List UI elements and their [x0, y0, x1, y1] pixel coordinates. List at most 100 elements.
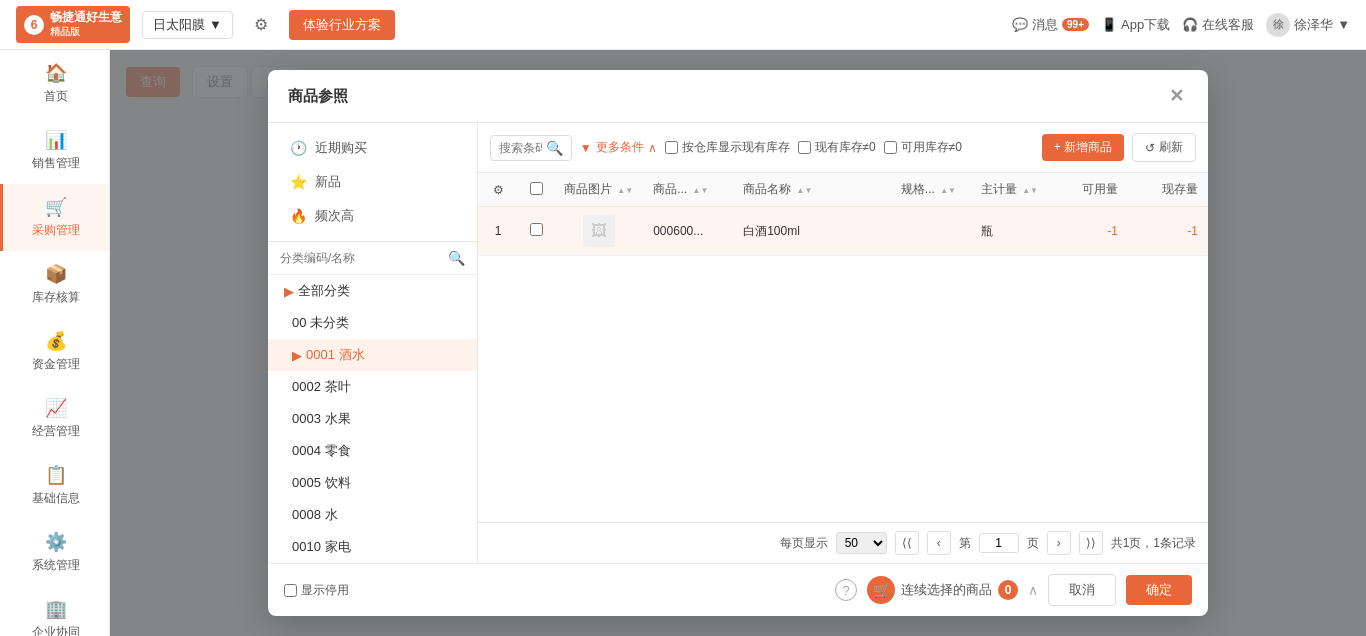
checkbox-warehouse-label[interactable]: 按仓库显示现有库存: [665, 139, 790, 156]
product-search-input[interactable]: [499, 141, 542, 155]
category-item-appliance[interactable]: 0010 家电: [268, 531, 477, 563]
modal-body: 🕐 近期购买 ⭐ 新品 🔥 频次高: [268, 123, 1208, 563]
col-check-all[interactable]: [518, 173, 554, 207]
sidebar-item-home[interactable]: 🏠 首页: [0, 50, 109, 117]
add-product-btn[interactable]: + 新增商品: [1042, 134, 1124, 161]
category-search-icon[interactable]: 🔍: [448, 250, 465, 266]
col-settings[interactable]: ⚙: [478, 173, 518, 207]
collapse-cart-icon[interactable]: ∧: [1028, 582, 1038, 598]
sort-code: ▲▼: [693, 187, 709, 195]
category-item-all[interactable]: ▶ 全部分类: [268, 275, 477, 307]
message-badge: 99+: [1062, 18, 1089, 31]
page-word2: 页: [1027, 535, 1039, 552]
row-checkbox[interactable]: [530, 223, 543, 236]
filter-more-btn[interactable]: ▼ 更多条件 ∧: [580, 139, 657, 156]
col-name-header[interactable]: 商品名称 ▲▼: [733, 173, 891, 207]
page-number-input[interactable]: [979, 533, 1019, 553]
sidebar-item-label: 库存核算: [32, 289, 80, 306]
col-img-header[interactable]: 商品图片 ▲▼: [554, 173, 643, 207]
cancel-button[interactable]: 取消: [1048, 574, 1116, 606]
modal-header: 商品参照 ✕: [268, 70, 1208, 123]
filter-icon: ▼: [580, 141, 592, 155]
table-row[interactable]: 1 🖼 000600... 白酒100ml: [478, 207, 1208, 256]
sidebar-item-system[interactable]: ⚙️ 系统管理: [0, 519, 109, 586]
modal-footer: 显示停用 ? 🛒 连续选择的商品 0 ∧ 取消 确定: [268, 563, 1208, 616]
page-next-btn[interactable]: ›: [1047, 531, 1071, 555]
main-layout: 🏠 首页 📊 销售管理 🛒 采购管理 📦 库存核算 💰 资金管理 📈 经营管理 …: [0, 50, 1366, 636]
page-total-info: 共1页，1条记录: [1111, 535, 1196, 552]
col-spec-header[interactable]: 规格... ▲▼: [891, 173, 971, 207]
modal-overlay: 商品参照 ✕ 🕐 近期购买 ⭐ 新: [110, 50, 1366, 636]
sidebar-item-purchase[interactable]: 🛒 采购管理: [0, 184, 109, 251]
nav-dropdown[interactable]: 日太阳膜 ▼: [142, 11, 233, 39]
download-icon: 📱: [1101, 17, 1117, 32]
category-item-fruit[interactable]: 0003 水果: [268, 403, 477, 435]
experience-btn[interactable]: 体验行业方案: [289, 10, 395, 40]
col-code-header[interactable]: 商品... ▲▼: [643, 173, 733, 207]
checkbox-stock-ne0-label[interactable]: 现有库存≠0: [798, 139, 876, 156]
cart-label: 连续选择的商品: [901, 581, 992, 599]
row-check[interactable]: [518, 207, 554, 256]
checkbox-warehouse[interactable]: [665, 141, 678, 154]
category-item-water[interactable]: 0008 水: [268, 499, 477, 531]
category-item-tea[interactable]: 0002 茶叶: [268, 371, 477, 403]
page-size-select[interactable]: 50 10 20 100: [836, 532, 887, 554]
category-search-input[interactable]: [280, 251, 442, 265]
app-download-btn[interactable]: 📱 App下载: [1101, 16, 1170, 34]
sidebar-item-finance[interactable]: 💰 资金管理: [0, 318, 109, 385]
page-prev-btn[interactable]: ‹: [927, 531, 951, 555]
settings-icon[interactable]: ⚙: [245, 9, 277, 41]
base-info-icon: 📋: [45, 464, 67, 486]
row-available: -1: [1048, 207, 1128, 256]
checkbox-available-ne0[interactable]: [884, 141, 897, 154]
row-stock: -1: [1128, 207, 1208, 256]
product-search-icon[interactable]: 🔍: [546, 140, 563, 156]
logo-icon: 6: [24, 15, 44, 35]
tab-recent-purchase[interactable]: 🕐 近期购买: [280, 133, 465, 163]
check-all-input[interactable]: [530, 182, 543, 195]
refresh-btn[interactable]: ↺ 刷新: [1132, 133, 1196, 162]
frequent-icon: 🔥: [290, 208, 307, 224]
home-icon: 🏠: [45, 62, 67, 84]
product-table: ⚙ 商品图片 ▲▼ 商品... ▲▼: [478, 173, 1208, 256]
app-name: 畅捷通好生意: [50, 10, 122, 26]
col-unit-header[interactable]: 主计量 ▲▼: [971, 173, 1048, 207]
sidebar-item-label: 系统管理: [32, 557, 80, 574]
modal-close-button[interactable]: ✕: [1164, 84, 1188, 108]
navbar: 6 畅捷通好生意 精品版 日太阳膜 ▼ ⚙ 体验行业方案 💬 消息 99+ 📱 …: [0, 0, 1366, 50]
user-menu[interactable]: 徐 徐泽华 ▼: [1266, 13, 1350, 37]
row-code: 000600...: [643, 207, 733, 256]
checkbox-stock-ne0[interactable]: [798, 141, 811, 154]
message-btn[interactable]: 💬 消息 99+: [1012, 16, 1089, 34]
app-sub: 精品版: [50, 25, 122, 39]
sidebar-item-base-info[interactable]: 📋 基础信息: [0, 452, 109, 519]
recent-icon: 🕐: [290, 140, 307, 156]
category-item-snacks[interactable]: 0004 零食: [268, 435, 477, 467]
sidebar-item-label: 企业协同: [32, 624, 80, 636]
sidebar-item-operations[interactable]: 📈 经营管理: [0, 385, 109, 452]
sales-icon: 📊: [45, 129, 67, 151]
cart-icon[interactable]: 🛒: [867, 576, 895, 604]
online-service-btn[interactable]: 🎧 在线客服: [1182, 16, 1254, 34]
sidebar-item-sales[interactable]: 📊 销售管理: [0, 117, 109, 184]
purchase-icon: 🛒: [45, 196, 67, 218]
new-icon: ⭐: [290, 174, 307, 190]
category-item-drinks[interactable]: 0005 饮料: [268, 467, 477, 499]
page-first-btn[interactable]: ⟨⟨: [895, 531, 919, 555]
help-icon[interactable]: ?: [835, 579, 857, 601]
system-icon: ⚙️: [45, 531, 67, 553]
avatar-icon: 徐: [1266, 13, 1290, 37]
confirm-button[interactable]: 确定: [1126, 575, 1192, 605]
sidebar-item-enterprise[interactable]: 🏢 企业协同: [0, 586, 109, 636]
page-last-btn[interactable]: ⟩⟩: [1079, 531, 1103, 555]
sidebar-item-label: 资金管理: [32, 356, 80, 373]
category-item-uncategorized[interactable]: 00 未分类: [268, 307, 477, 339]
category-item-liquor[interactable]: ▶ 0001 酒水: [268, 339, 477, 371]
content-area: 查询 设置 刷新 商品参照 ✕ 🕐: [110, 50, 1366, 636]
sidebar-item-inventory[interactable]: 📦 库存核算: [0, 251, 109, 318]
show-disabled-checkbox[interactable]: [284, 584, 297, 597]
checkbox-available-ne0-label[interactable]: 可用库存≠0: [884, 139, 962, 156]
tab-new-products[interactable]: ⭐ 新品: [280, 167, 465, 197]
tab-frequent[interactable]: 🔥 频次高: [280, 201, 465, 231]
show-disabled-label[interactable]: 显示停用: [284, 582, 349, 599]
